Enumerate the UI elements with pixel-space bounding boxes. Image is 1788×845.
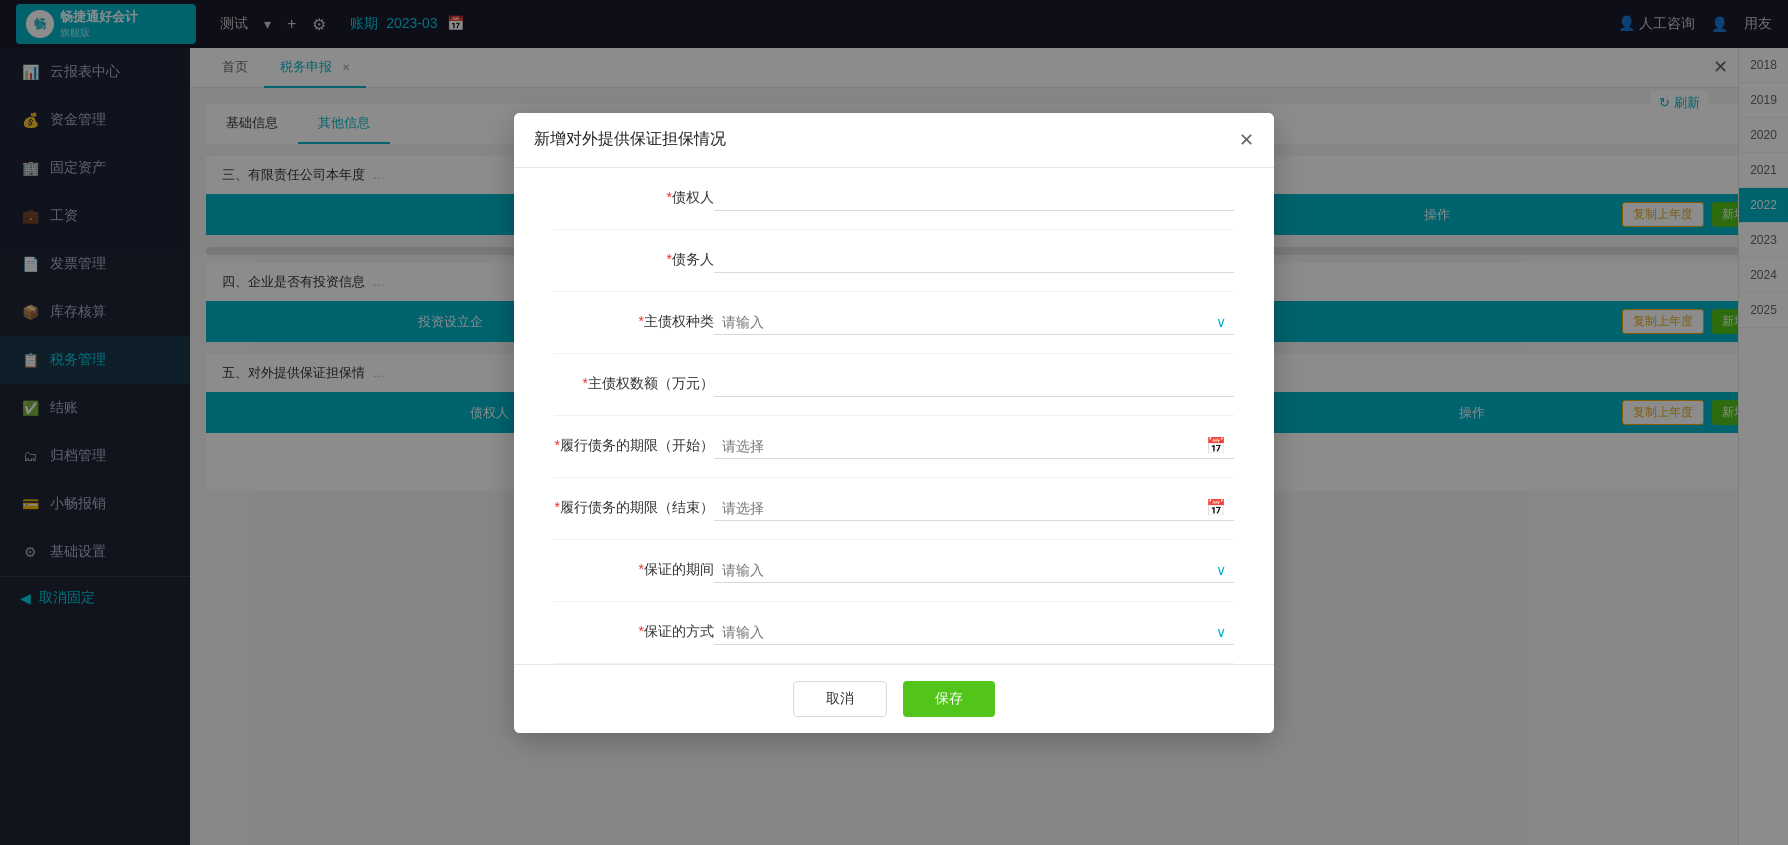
form-label-claim-amount: *主债权数额（万元）: [554, 375, 714, 393]
form-row-claim-amount: *主债权数额（万元）: [554, 354, 1234, 416]
dialog-body: *债权人*债务人*主债权种类∨*主债权数额（万元）*履行债务的期限（开始）📅*履…: [514, 168, 1274, 664]
dialog-footer: 取消 保存: [514, 664, 1274, 733]
form-label-obligation-start: *履行债务的期限（开始）: [554, 437, 714, 455]
dialog-title: 新增对外提供保证担保情况: [534, 129, 726, 150]
form-label-creditor: *债权人: [554, 189, 714, 207]
form-label-debtor: *债务人: [554, 251, 714, 269]
input-claim-amount[interactable]: [714, 372, 1234, 397]
select-wrapper-guarantee-period: ∨: [714, 558, 1234, 583]
dialog-close-icon[interactable]: ✕: [1239, 129, 1254, 151]
date-input-obligation-end[interactable]: [714, 496, 1198, 520]
input-debtor[interactable]: [714, 248, 1234, 273]
form-row-claim-type: *主债权种类 ∨: [554, 292, 1234, 354]
form-row-obligation-end: *履行债务的期限（结束） 📅: [554, 478, 1234, 540]
form-label-obligation-end: *履行债务的期限（结束）: [554, 499, 714, 517]
date-input-obligation-start[interactable]: [714, 434, 1198, 458]
form-label-guarantee-method: *保证的方式: [554, 623, 714, 641]
calendar-icon-obligation-end[interactable]: 📅: [1198, 498, 1234, 517]
form-label-claim-type: *主债权种类: [554, 313, 714, 331]
date-wrapper-obligation-end: 📅: [714, 496, 1234, 521]
form-row-creditor: *债权人: [554, 168, 1234, 230]
form-row-guarantee-period: *保证的期间 ∨: [554, 540, 1234, 602]
chevron-down-icon-guarantee-method[interactable]: ∨: [1208, 624, 1234, 640]
select-input-guarantee-period[interactable]: [714, 558, 1208, 582]
input-creditor[interactable]: [714, 186, 1234, 211]
save-button[interactable]: 保存: [903, 681, 995, 717]
select-wrapper-claim-type: ∨: [714, 310, 1234, 335]
chevron-down-icon-claim-type[interactable]: ∨: [1208, 314, 1234, 330]
dialog-header: 新增对外提供保证担保情况 ✕: [514, 113, 1274, 168]
select-input-claim-type[interactable]: [714, 310, 1208, 334]
dialog: 新增对外提供保证担保情况 ✕ *债权人 *债务人 *主债权种类 ∨ *主债权数额（万元）…: [514, 113, 1274, 733]
select-input-guarantee-method[interactable]: [714, 620, 1208, 644]
form-label-guarantee-period: *保证的期间: [554, 561, 714, 579]
chevron-down-icon-guarantee-period[interactable]: ∨: [1208, 562, 1234, 578]
form-row-guarantee-method: *保证的方式 ∨: [554, 602, 1234, 664]
form-row-debtor: *债务人: [554, 230, 1234, 292]
form-row-obligation-start: *履行债务的期限（开始） 📅: [554, 416, 1234, 478]
calendar-icon-obligation-start[interactable]: 📅: [1198, 436, 1234, 455]
date-wrapper-obligation-start: 📅: [714, 434, 1234, 459]
select-wrapper-guarantee-method: ∨: [714, 620, 1234, 645]
cancel-button[interactable]: 取消: [793, 681, 887, 717]
dialog-overlay: 新增对外提供保证担保情况 ✕ *债权人 *债务人 *主债权种类 ∨ *主债权数额（万元）…: [0, 0, 1788, 845]
